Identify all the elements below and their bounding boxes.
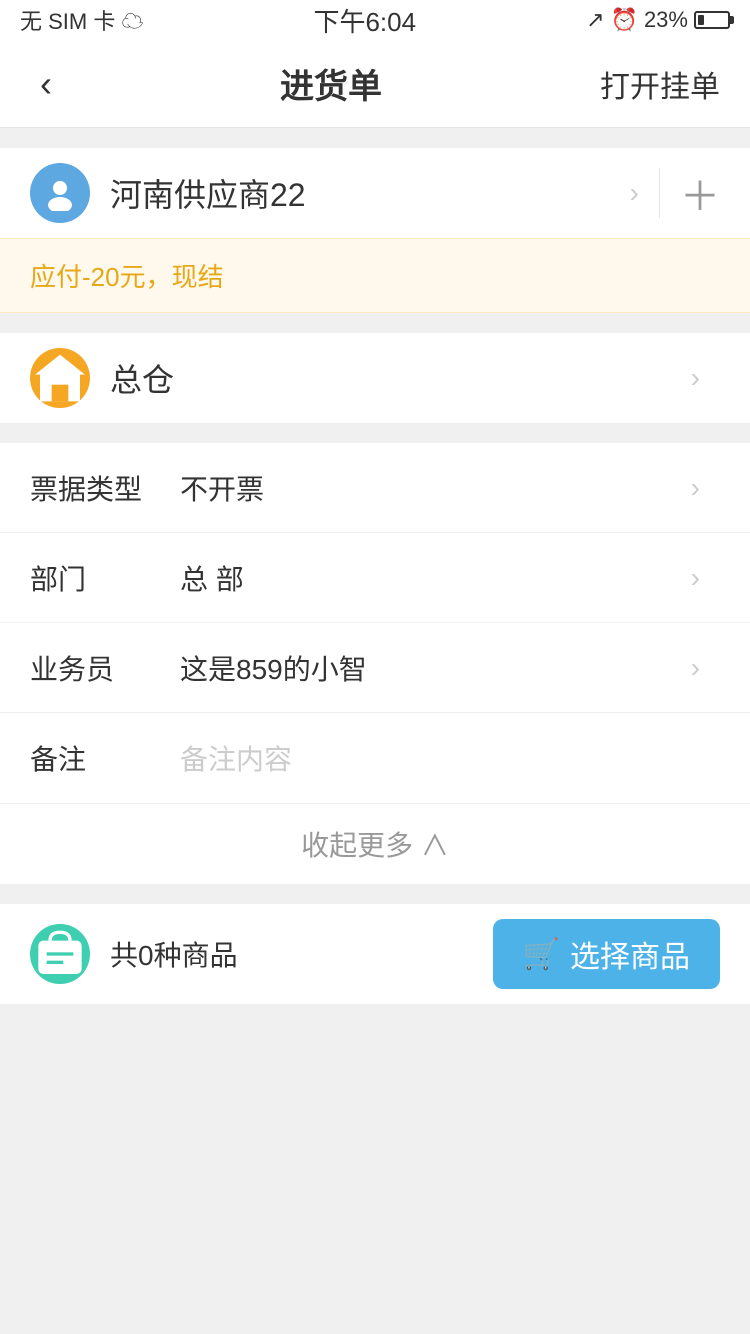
remark-placeholder: 备注内容 [150, 738, 720, 778]
supplier-name: 河南供应商22 [110, 170, 630, 216]
invoice-type-chevron-icon: › [691, 472, 700, 504]
vertical-divider [659, 168, 660, 218]
warehouse-svg-icon [30, 348, 90, 408]
remark-row[interactable]: 备注 备注内容 [0, 713, 750, 803]
supplier-card: 河南供应商22 › ＋ 应付-20元，现结 [0, 148, 750, 313]
invoice-type-label: 票据类型 [30, 468, 150, 508]
department-label: 部门 [30, 558, 150, 598]
back-button[interactable]: ‹ [30, 53, 62, 115]
select-product-button[interactable]: 🛒 选择商品 [493, 919, 720, 989]
notice-bar: 应付-20元，现结 [0, 238, 750, 313]
location-icon: ↗ [586, 7, 604, 33]
open-pending-button[interactable]: 打开挂单 [600, 62, 720, 106]
department-value: 总 部 [150, 558, 691, 598]
invoice-type-row[interactable]: 票据类型 不开票 › [0, 443, 750, 533]
department-chevron-icon: › [691, 562, 700, 594]
warehouse-chevron-icon: › [691, 362, 700, 394]
sim-status: 无 SIM 卡 ☁ [20, 4, 143, 36]
salesperson-chevron-icon: › [691, 652, 700, 684]
warehouse-row[interactable]: 总仓 › [0, 333, 750, 423]
status-left: 无 SIM 卡 ☁ [20, 4, 143, 36]
remark-label: 备注 [30, 738, 150, 778]
department-row[interactable]: 部门 总 部 › [0, 533, 750, 623]
status-time: 下午6:04 [313, 2, 416, 39]
product-svg-icon [30, 924, 90, 984]
form-card: 票据类型 不开票 › 部门 总 部 › 业务员 这是859的小智 › 备注 备注… [0, 443, 750, 803]
battery-icon [694, 11, 730, 29]
nav-bar: ‹ 进货单 打开挂单 [0, 40, 750, 128]
add-supplier-button[interactable]: ＋ [680, 164, 720, 222]
invoice-type-value: 不开票 [150, 468, 691, 508]
warehouse-icon [30, 348, 90, 408]
product-count: 共0种商品 [110, 934, 493, 974]
supplier-avatar [30, 163, 90, 223]
salesperson-row[interactable]: 业务员 这是859的小智 › [0, 623, 750, 713]
salesperson-label: 业务员 [30, 648, 150, 688]
select-product-label: 选择商品 [570, 932, 690, 976]
bottom-bar: 共0种商品 🛒 选择商品 [0, 904, 750, 1004]
content-area: 河南供应商22 › ＋ 应付-20元，现结 总仓 › 票据类型 不开票 › 部门… [0, 128, 750, 1304]
page-footer [0, 1004, 750, 1304]
page-title: 进货单 [280, 59, 382, 108]
supplier-chevron-icon: › [630, 177, 639, 209]
battery-percent: 23% [644, 7, 688, 33]
status-bar: 无 SIM 卡 ☁ 下午6:04 ↗ ⏰ 23% [0, 0, 750, 40]
warehouse-name: 总仓 [110, 355, 691, 401]
section-gap-1 [0, 128, 750, 148]
collapse-row[interactable]: 收起更多 ∧ [0, 804, 750, 884]
avatar-icon [42, 175, 78, 211]
status-right: ↗ ⏰ 23% [586, 7, 730, 33]
supplier-row[interactable]: 河南供应商22 › ＋ [0, 148, 750, 238]
select-product-icon: 🛒 [523, 937, 560, 972]
product-icon [30, 924, 90, 984]
alarm-icon: ⏰ [611, 7, 638, 33]
salesperson-value: 这是859的小智 [150, 648, 691, 688]
